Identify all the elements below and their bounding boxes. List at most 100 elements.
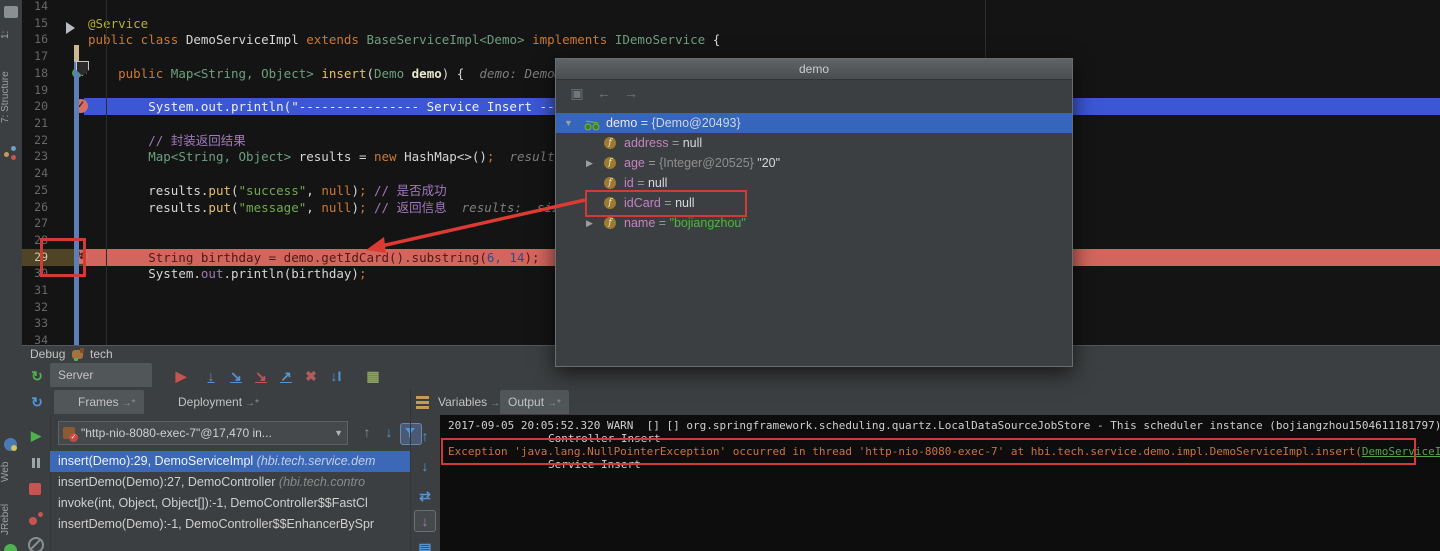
frame-row[interactable]: insertDemo(Demo):-1, DemoController$$Enh… bbox=[50, 514, 410, 535]
console-output[interactable]: 2017-09-05 20:05:52.320 WARN [] [] org.s… bbox=[440, 415, 1440, 551]
debug-left-toolbar: ▶ bbox=[22, 415, 51, 551]
variable-value: "bojiangzhou" bbox=[669, 216, 746, 230]
variable-value: {Integer@20525} bbox=[659, 156, 758, 170]
soft-wrap-icon[interactable]: ⇄ bbox=[414, 485, 436, 507]
line-number: 21 bbox=[34, 115, 48, 130]
line-number: 31 bbox=[34, 283, 48, 298]
step-over-icon[interactable]: ↓ bbox=[200, 365, 222, 387]
tab-output[interactable]: Output →* bbox=[500, 390, 569, 414]
pause-icon[interactable] bbox=[27, 455, 45, 473]
tool-stripe-structure[interactable]: 7: Structure bbox=[0, 52, 22, 142]
expander-icon[interactable]: ▶ bbox=[586, 213, 593, 233]
divider bbox=[410, 390, 411, 415]
line-number: 14 bbox=[34, 0, 48, 13]
run-to-cursor-icon[interactable]: ↓I bbox=[325, 365, 347, 387]
frame-row[interactable]: invoke(int, Object, Object[]):-1, DemoCo… bbox=[50, 493, 410, 514]
thread-selector-text: "http-nio-8080-exec-7"@17,470 in... bbox=[81, 426, 272, 440]
line-number: 15 bbox=[34, 15, 48, 30]
tab-deployment[interactable]: Deployment →* bbox=[170, 390, 267, 414]
popup-title[interactable]: demo bbox=[556, 59, 1072, 80]
line-number: 30 bbox=[34, 266, 48, 281]
field-icon: f bbox=[604, 157, 616, 169]
code-line-16: public class DemoServiceImpl extends Bas… bbox=[88, 32, 721, 48]
prev-occurrence-icon[interactable]: ↑ bbox=[356, 421, 378, 443]
variable-name: name bbox=[624, 216, 656, 230]
line-number: 18 bbox=[34, 65, 48, 80]
variable-row-id[interactable]: f id = null bbox=[556, 173, 1072, 193]
project-icon[interactable] bbox=[4, 6, 18, 18]
debug-window-title: Debug bbox=[30, 347, 66, 361]
forward-arrow-icon[interactable]: → bbox=[620, 82, 642, 104]
variable-row-idCard[interactable]: f idCard = null bbox=[556, 193, 1072, 213]
console-line: Service Insert bbox=[548, 458, 641, 471]
line-number: 17 bbox=[34, 49, 48, 64]
step-into-icon[interactable]: ↘ bbox=[225, 365, 247, 387]
left-tool-window-stripe: 1: 7: Structure Web JRebel bbox=[0, 0, 23, 551]
variable-row-demo[interactable]: ▼ demo = {Demo@20493} bbox=[556, 113, 1072, 133]
stop-icon[interactable] bbox=[29, 483, 41, 495]
expander-icon[interactable]: ▼ bbox=[564, 113, 573, 133]
gutter-line-14[interactable]: 14 bbox=[22, 0, 84, 15]
step-out-icon[interactable]: ↗ bbox=[275, 365, 297, 387]
variable-row-name[interactable]: ▶ f name = "bojiangzhou" bbox=[556, 213, 1072, 233]
line-number: 16 bbox=[34, 32, 48, 47]
gutter-separator bbox=[106, 0, 107, 345]
tool-stripe-project[interactable]: 1: bbox=[0, 20, 22, 50]
debug-toolbar-row2: Frames →* Deployment →* Variables →* Output… bbox=[22, 390, 1440, 415]
line-number: 24 bbox=[34, 166, 48, 181]
mute-breakpoints-icon[interactable] bbox=[28, 537, 44, 551]
code-line-15: @Service bbox=[88, 15, 149, 31]
variable-value: {Demo@20493} bbox=[651, 116, 741, 130]
variable-value: null bbox=[682, 136, 703, 150]
tool-stripe-jrebel[interactable]: JRebel bbox=[0, 496, 22, 542]
watch-icon bbox=[584, 117, 600, 131]
view-breakpoints-icon[interactable] bbox=[27, 512, 45, 530]
console-line: Controller Insert bbox=[548, 432, 661, 445]
variable-value: null bbox=[647, 176, 668, 190]
line-number: 20 bbox=[34, 99, 48, 114]
line-number: 25 bbox=[34, 182, 48, 197]
thread-selector[interactable]: ✓ "http-nio-8080-exec-7"@17,470 in... ▼ bbox=[58, 421, 348, 445]
tool-stripe-web[interactable]: Web bbox=[0, 452, 22, 492]
rerun-icon[interactable]: ↻ bbox=[26, 365, 48, 387]
run-config-name: tech bbox=[90, 347, 113, 361]
expander-icon[interactable]: ▶ bbox=[586, 153, 593, 173]
ide-window: 1: 7: Structure Web JRebel @Service publi… bbox=[0, 0, 1440, 551]
variable-row-age[interactable]: ▶ f age = {Integer@20525} "20" bbox=[556, 153, 1072, 173]
tab-frames[interactable]: Frames →* bbox=[54, 390, 144, 414]
line-number: 26 bbox=[34, 199, 48, 214]
up-stack-trace-icon[interactable]: ↑ bbox=[414, 425, 436, 447]
force-step-into-icon[interactable]: ↘ bbox=[250, 365, 272, 387]
frame-row[interactable]: insertDemo(Demo):27, DemoController (hbi… bbox=[50, 472, 410, 493]
line-number: 33 bbox=[34, 316, 48, 331]
back-arrow-icon[interactable]: ← bbox=[593, 82, 615, 104]
scroll-to-end-icon[interactable]: ↓ bbox=[414, 510, 436, 532]
copy-value-icon[interactable]: ▣ bbox=[566, 82, 588, 104]
line-number: 27 bbox=[34, 216, 48, 231]
stacktrace-link[interactable]: DemoServiceImpl.java:29 bbox=[1362, 445, 1440, 458]
popup-toolbar: ▣ ← → bbox=[556, 79, 1072, 107]
popup-variables-tree: ▼ demo = {Demo@20493} f address = null ▶ f age… bbox=[556, 109, 1072, 366]
down-stack-trace-icon[interactable]: ↓ bbox=[414, 455, 436, 477]
evaluate-expression-icon[interactable]: ▦ bbox=[362, 365, 384, 387]
variable-value: "20" bbox=[757, 156, 781, 170]
line-number: 29 bbox=[34, 249, 48, 264]
drop-frame-icon[interactable]: ✖ bbox=[300, 365, 322, 387]
console-line: 2017-09-05 20:05:52.320 WARN [] [] org.s… bbox=[448, 419, 1440, 432]
tab-server[interactable]: Server bbox=[50, 363, 152, 387]
vcs-change-marker-blue bbox=[74, 62, 79, 345]
variables-icon bbox=[416, 396, 429, 399]
structure-icon bbox=[4, 146, 17, 160]
resume-icon[interactable]: ▶ bbox=[27, 427, 45, 445]
print-icon[interactable]: ▤ bbox=[414, 537, 436, 551]
variable-row-address[interactable]: f address = null bbox=[556, 133, 1072, 153]
line-number: 34 bbox=[34, 333, 48, 345]
refresh-icon[interactable]: ↻ bbox=[26, 391, 48, 413]
next-occurrence-icon[interactable]: ↓ bbox=[378, 421, 400, 443]
frame-row[interactable]: insert(Demo):29, DemoServiceImpl (hbi.te… bbox=[50, 451, 410, 472]
jrebel-icon bbox=[4, 544, 17, 551]
web-icon bbox=[4, 438, 17, 451]
editor-arrow-icon bbox=[66, 22, 75, 34]
variables-popup[interactable]: demo ▣ ← → ▼ demo = {Demo@20493} f address = … bbox=[555, 58, 1073, 367]
show-execution-point-icon[interactable]: ▶ bbox=[170, 365, 192, 387]
